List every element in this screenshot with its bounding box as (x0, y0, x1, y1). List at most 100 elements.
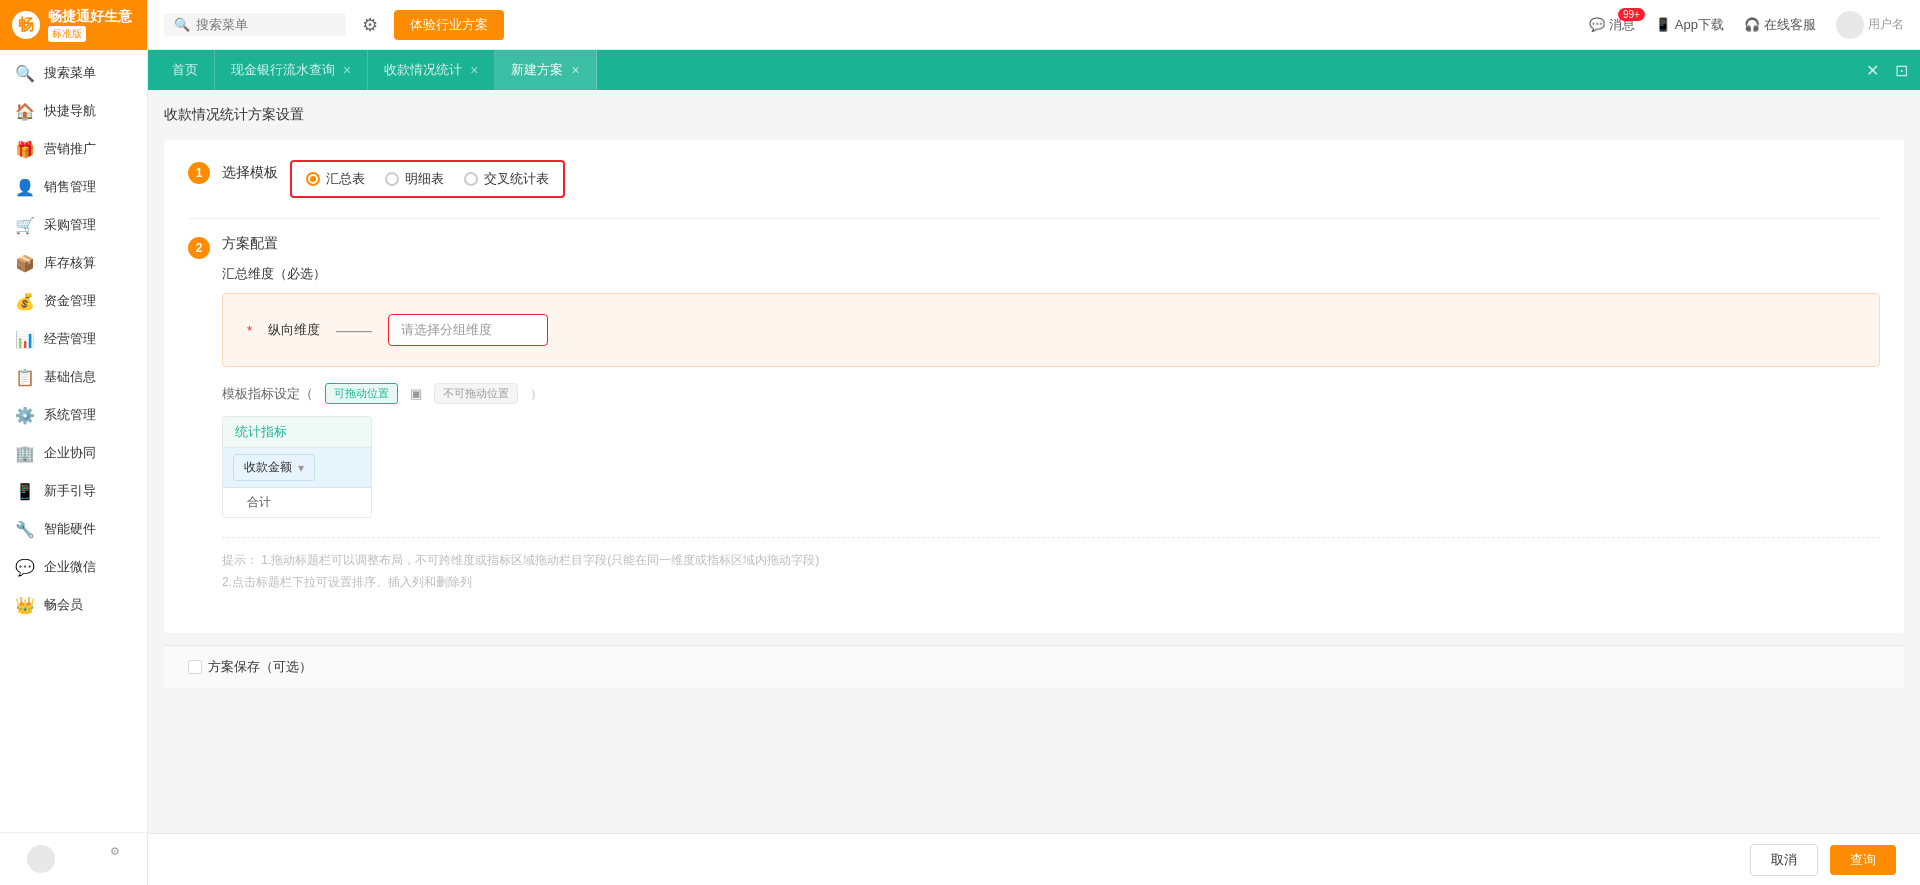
save-option-row[interactable]: 方案保存（可选） (188, 658, 1880, 676)
sidebar-item-search[interactable]: 🔍 搜索菜单 (0, 54, 147, 92)
step1-content: 选择模板 汇总表 明细表 (222, 160, 1880, 198)
step2-section: 2 方案配置 汇总维度（必选） * 纵向维度 —— (188, 235, 1880, 593)
sidebar-item-basic-info[interactable]: 📋 基础信息 (0, 358, 147, 396)
tab-bank-close[interactable]: × (343, 62, 351, 78)
sidebar-item-label: 新手引导 (44, 482, 96, 500)
tab-bank-label: 现金银行流水查询 (231, 61, 335, 79)
tab-collection-close[interactable]: × (470, 62, 478, 78)
tab-home-label: 首页 (172, 61, 198, 79)
sidebar-item-label: 智能硬件 (44, 520, 96, 538)
sidebar-item-label: 采购管理 (44, 216, 96, 234)
top-header: 🔍 ⚙ 体验行业方案 💬 消息 99+ 📱 App下载 🎧 在线客服 用户名 (148, 0, 1920, 50)
radio-cross-dot (464, 172, 478, 186)
notifications-btn[interactable]: 💬 消息 99+ (1589, 16, 1635, 34)
list-icon: 📋 (16, 368, 34, 386)
sidebar-item-system[interactable]: ⚙️ 系统管理 (0, 396, 147, 434)
non-draggable-badge: 不可拖动位置 (434, 383, 518, 404)
sidebar-item-corp-collab[interactable]: 🏢 企业协同 (0, 434, 147, 472)
content-area: 收款情况统计方案设置 1 选择模板 汇总表 (148, 90, 1920, 833)
sidebar-item-quick-nav[interactable]: 🏠 快捷导航 (0, 92, 147, 130)
notification-badge: 99+ (1618, 8, 1645, 21)
save-option-checkbox[interactable] (188, 660, 202, 674)
settings-icon: ⚙ (110, 845, 120, 858)
metric-tag-amount[interactable]: 收款金额 ▾ (233, 454, 315, 481)
sidebar-item-operations[interactable]: 📊 经营管理 (0, 320, 147, 358)
avatar (1836, 11, 1864, 39)
sidebar-item-finance[interactable]: 💰 资金管理 (0, 282, 147, 320)
tab-home[interactable]: 首页 (156, 50, 215, 90)
radio-detail[interactable]: 明细表 (385, 170, 444, 188)
vertical-dimension-label: 纵向维度 (268, 321, 320, 339)
sidebar-item-beginner[interactable]: 📱 新手引导 (0, 472, 147, 510)
tab-collection-label: 收款情况统计 (384, 61, 462, 79)
required-star: * (247, 323, 252, 338)
edition-badge: 标准版 (48, 26, 86, 42)
building-icon: 🏢 (16, 444, 34, 462)
username-text: 用户名 (1868, 16, 1904, 33)
tab-expand-icon[interactable]: ⊡ (1891, 57, 1912, 84)
metrics-section: 模板指标设定（ 可拖动位置 ▣ 不可拖动位置 ） 统计指标 (222, 383, 1880, 521)
radio-summary[interactable]: 汇总表 (306, 170, 365, 188)
download-label: App下载 (1675, 16, 1724, 34)
logo-icon: 畅 (12, 11, 40, 39)
metrics-title-close: ） (530, 385, 543, 403)
radio-detail-dot (385, 172, 399, 186)
user-avatar-btn[interactable]: 用户名 (1836, 11, 1904, 39)
tab-collection[interactable]: 收款情况统计 × (368, 50, 495, 90)
service-label: 在线客服 (1764, 16, 1816, 34)
download-icon: 📱 (1655, 17, 1671, 32)
sidebar-bottom: ⚙ (0, 832, 147, 885)
cancel-button[interactable]: 取消 (1750, 844, 1818, 876)
sidebar-item-purchase[interactable]: 🛒 采购管理 (0, 206, 147, 244)
sidebar-item-inventory[interactable]: 📦 库存核算 (0, 244, 147, 282)
dimension-title-text: 汇总维度（必选） (222, 266, 326, 281)
sidebar-item-label: 畅会员 (44, 596, 83, 614)
radio-cross-label: 交叉统计表 (484, 170, 549, 188)
industry-btn[interactable]: 体验行业方案 (394, 10, 504, 40)
tab-close-all-icon[interactable]: ✕ (1862, 57, 1883, 84)
logo-text: 畅捷通好生意 (48, 8, 132, 25)
main-area: 🔍 ⚙ 体验行业方案 💬 消息 99+ 📱 App下载 🎧 在线客服 用户名 (148, 0, 1920, 885)
sidebar-item-corp-wechat[interactable]: 💬 企业微信 (0, 548, 147, 586)
sidebar-menu: 🔍 搜索菜单 🏠 快捷导航 🎁 营销推广 👤 销售管理 🛒 采购管理 📦 库存核… (0, 50, 147, 832)
service-btn[interactable]: 🎧 在线客服 (1744, 16, 1816, 34)
download-btn[interactable]: 📱 App下载 (1655, 16, 1724, 34)
page-title: 收款情况统计方案设置 (164, 106, 1904, 124)
sidebar-bottom-settings[interactable]: ⚙ (102, 841, 128, 877)
tab-new-plan-close[interactable]: × (571, 62, 579, 78)
radio-cross[interactable]: 交叉统计表 (464, 170, 549, 188)
sidebar-item-label: 企业微信 (44, 558, 96, 576)
header-right: 💬 消息 99+ 📱 App下载 🎧 在线客服 用户名 (1589, 11, 1904, 39)
sidebar-item-marketing[interactable]: 🎁 营销推广 (0, 130, 147, 168)
step1-badge: 1 (188, 162, 210, 184)
gear2-icon: ⚙️ (16, 406, 34, 424)
gear-icon[interactable]: ⚙ (358, 10, 382, 40)
user-icon: 👤 (16, 178, 34, 196)
sidebar-item-label: 经营管理 (44, 330, 96, 348)
tab-bar-controls: ✕ ⊡ (1862, 57, 1912, 84)
step2-content: 方案配置 汇总维度（必选） * 纵向维度 —— 请选 (222, 235, 1880, 593)
sidebar-bottom-avatar[interactable] (19, 841, 63, 877)
radio-summary-dot (306, 172, 320, 186)
tab-new-plan-label: 新建方案 (511, 61, 563, 79)
template-radio-group: 汇总表 明细表 交叉统计表 (290, 160, 565, 198)
sidebar-item-smart-hw[interactable]: 🔧 智能硬件 (0, 510, 147, 548)
chat-icon: 💬 (16, 558, 34, 576)
metrics-section-label: 统计指标 (235, 424, 287, 439)
draggable-badge: 可拖动位置 (325, 383, 398, 404)
search-icon: 🔍 (174, 17, 190, 32)
search-input[interactable] (196, 17, 336, 32)
tab-new-plan[interactable]: 新建方案 × (495, 50, 596, 90)
dimension-arrow: —— (336, 320, 372, 341)
settings-card: 1 选择模板 汇总表 明细表 (164, 140, 1904, 633)
sidebar-item-sales[interactable]: 👤 销售管理 (0, 168, 147, 206)
sidebar-item-membership[interactable]: 👑 畅会员 (0, 586, 147, 624)
sidebar-item-label: 系统管理 (44, 406, 96, 424)
sidebar-item-label: 销售管理 (44, 178, 96, 196)
sidebar-item-label: 库存核算 (44, 254, 96, 272)
query-button[interactable]: 查询 (1830, 845, 1896, 875)
dimension-select[interactable]: 请选择分组维度 (388, 314, 548, 346)
radio-summary-label: 汇总表 (326, 170, 365, 188)
tab-bank[interactable]: 现金银行流水查询 × (215, 50, 368, 90)
tab-bar: 首页 现金银行流水查询 × 收款情况统计 × 新建方案 × ✕ ⊡ (148, 50, 1920, 90)
